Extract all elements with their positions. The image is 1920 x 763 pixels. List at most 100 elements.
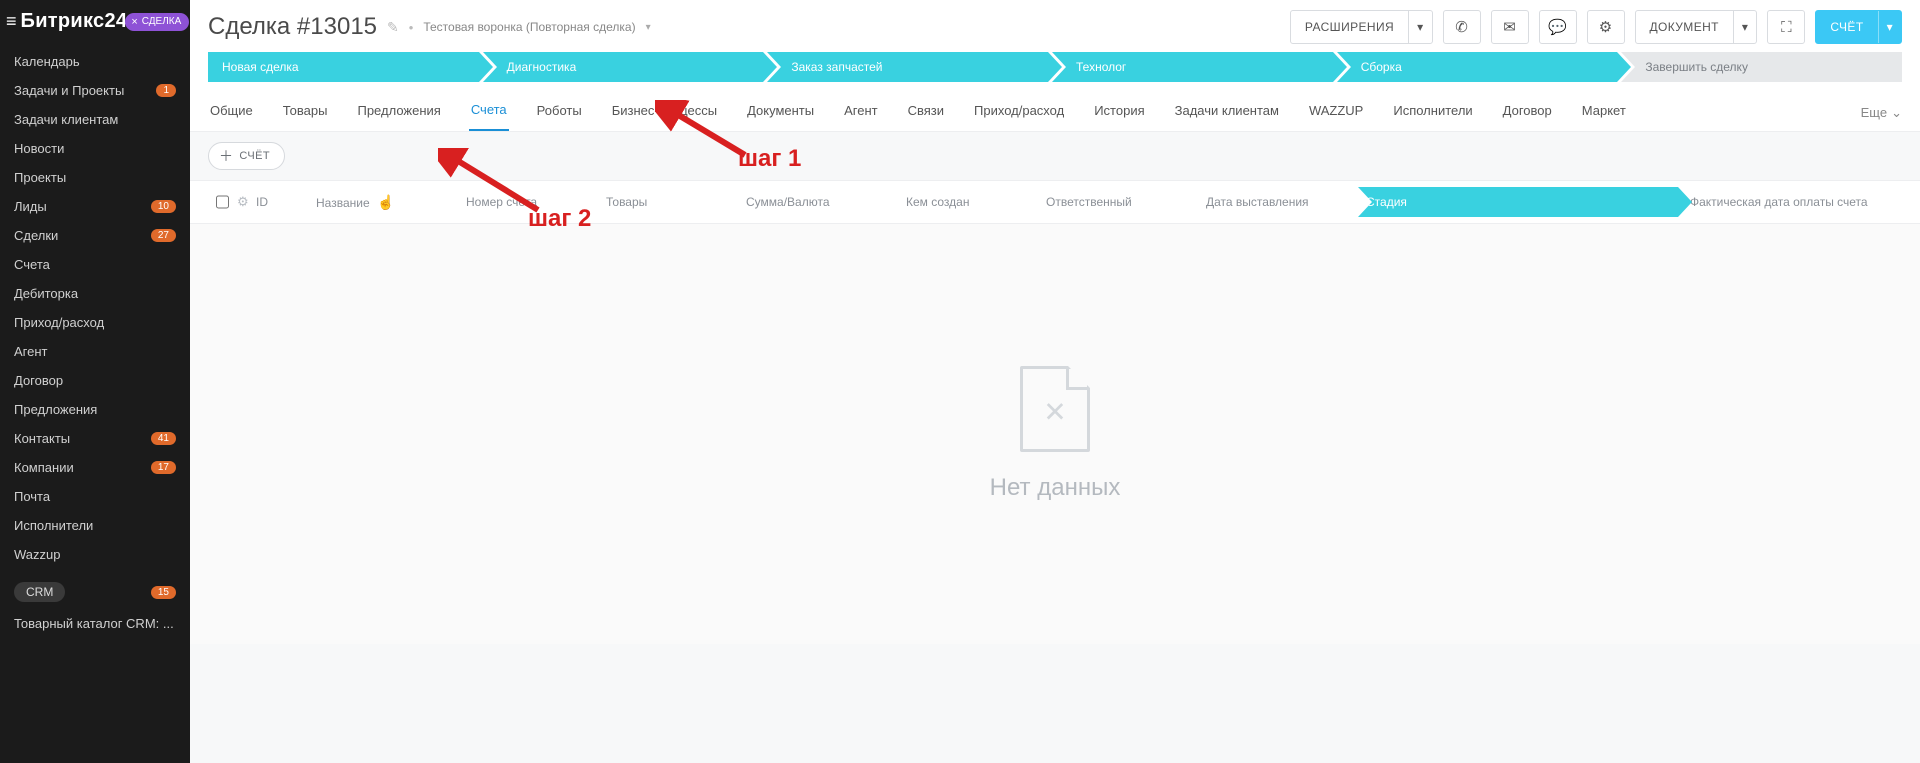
sidebar-item[interactable]: Календарь	[0, 47, 190, 76]
col-id[interactable]: ID	[248, 189, 308, 215]
sidebar-item[interactable]: Агент	[0, 337, 190, 366]
col-issue-date[interactable]: Дата выставления	[1198, 189, 1358, 215]
tab[interactable]: WAZZUP	[1307, 95, 1365, 130]
pipeline-stage[interactable]: Новая сделка	[208, 52, 479, 82]
select-all-checkbox[interactable]	[216, 195, 229, 209]
pipeline-stage[interactable]: Сборка	[1337, 52, 1618, 82]
sidebar-item[interactable]: Компании 17	[0, 453, 190, 482]
sidebar-item[interactable]: Задачи клиентам	[0, 105, 190, 134]
sidebar-item[interactable]: Счета	[0, 250, 190, 279]
main-panel: Сделка #13015 ✎ • Тестовая воронка (Повт…	[190, 0, 1920, 763]
pipeline-stage[interactable]: Завершить сделку	[1621, 52, 1902, 82]
cursor-hand-icon: ☝	[377, 194, 394, 210]
tab[interactable]: Роботы	[535, 95, 584, 130]
col-name[interactable]: Название ☝	[308, 188, 458, 217]
sidebar-item-crm[interactable]: CRM 15	[0, 575, 190, 609]
sidebar-item[interactable]: Договор	[0, 366, 190, 395]
chevron-down-icon[interactable]: ▾	[646, 22, 651, 33]
add-invoice-button[interactable]: ＋ СЧЁТ	[208, 142, 285, 170]
sidebar-item[interactable]: Wazzup	[0, 540, 190, 569]
tab[interactable]: Договор	[1501, 95, 1554, 130]
fullscreen-icon[interactable]: ⛶	[1767, 10, 1805, 44]
sidebar-item-label: Контакты	[14, 431, 70, 446]
sidebar-item[interactable]: Проекты	[0, 163, 190, 192]
invoice-button-label: СЧЁТ	[1816, 11, 1877, 43]
close-icon[interactable]: ×	[131, 16, 137, 28]
tab[interactable]: Исполнители	[1391, 95, 1474, 130]
extensions-button[interactable]: РАСШИРЕНИЯ ▾	[1290, 10, 1433, 44]
pipeline-stages: Новая сделкаДиагностикаЗаказ запчастейТе…	[190, 48, 1920, 82]
tab[interactable]: Общие	[208, 95, 255, 130]
tab[interactable]: Агент	[842, 95, 880, 130]
mail-icon[interactable]: ✉	[1491, 10, 1529, 44]
invoice-button[interactable]: СЧЁТ ▾	[1815, 10, 1902, 44]
col-responsible[interactable]: Ответственный	[1038, 189, 1198, 215]
tab[interactable]: Документы	[745, 95, 816, 130]
sidebar-item[interactable]: Почта	[0, 482, 190, 511]
sidebar-item[interactable]: Предложения	[0, 395, 190, 424]
tab[interactable]: Счета	[469, 94, 509, 131]
col-name-label: Название	[316, 196, 370, 210]
chevron-down-icon: ⌄	[1891, 105, 1902, 121]
sidebar-item[interactable]: Дебиторка	[0, 279, 190, 308]
sidebar-badge: 17	[151, 461, 176, 474]
tabs-more[interactable]: Еще ⌄	[1861, 105, 1902, 121]
page-title: Сделка #13015	[208, 13, 377, 41]
extensions-button-label: РАСШИРЕНИЯ	[1291, 11, 1408, 43]
detail-tabs: Общие Товары Предложения Счета Роботы Бизнес-…	[190, 82, 1920, 132]
deal-context-pill[interactable]: × СДЕЛКА	[125, 13, 189, 31]
col-sum[interactable]: Сумма/Валюта	[738, 189, 898, 215]
col-stage[interactable]: Стадия	[1358, 187, 1678, 217]
breadcrumb-separator: •	[409, 20, 414, 35]
col-created-by[interactable]: Кем создан	[898, 189, 1038, 215]
chevron-down-icon[interactable]: ▾	[1878, 11, 1901, 43]
sidebar-item-label: Агент	[14, 344, 48, 359]
breadcrumb[interactable]: Тестовая воронка (Повторная сделка)	[423, 20, 635, 34]
sidebar-item-label: Лиды	[14, 199, 47, 214]
document-button[interactable]: ДОКУМЕНТ ▾	[1635, 10, 1758, 44]
sidebar-item[interactable]: Исполнители	[0, 511, 190, 540]
phone-icon[interactable]: ✆	[1443, 10, 1481, 44]
tab[interactable]: Связи	[906, 95, 946, 130]
sidebar-item[interactable]: Задачи и Проекты 1	[0, 76, 190, 105]
chat-icon[interactable]: 💬	[1539, 10, 1577, 44]
sidebar-item-label: Сделки	[14, 228, 58, 243]
gear-icon[interactable]: ⚙	[237, 194, 249, 210]
sidebar-item-label: Компании	[14, 460, 74, 475]
sidebar-badge: 27	[151, 229, 176, 242]
sidebar-item-catalog[interactable]: Товарный каталог CRM: ...	[0, 609, 190, 638]
tab[interactable]: Товары	[281, 95, 330, 130]
sidebar-badge: 10	[151, 200, 176, 213]
sidebar-badge: 1	[156, 84, 176, 97]
sidebar-item[interactable]: Новости	[0, 134, 190, 163]
tab[interactable]: История	[1092, 95, 1146, 130]
sidebar-item-label: Задачи и Проекты	[14, 83, 124, 98]
invoice-table-header: ⚙ ID Название ☝ Номер счёта Товары Сумма…	[190, 180, 1920, 224]
chevron-down-icon[interactable]: ▾	[1408, 11, 1431, 43]
tab[interactable]: Бизнес-процессы	[610, 95, 719, 130]
sidebar-item-label: Задачи клиентам	[14, 112, 118, 127]
annotation-step2: шаг 2	[528, 205, 591, 233]
col-paid-date[interactable]: Фактическая дата оплаты счета	[1682, 189, 1902, 215]
edit-title-icon[interactable]: ✎	[387, 19, 399, 36]
tab[interactable]: Задачи клиентам	[1173, 95, 1281, 130]
deal-pill-label: СДЕЛКА	[142, 16, 182, 27]
tab[interactable]: Предложения	[355, 95, 442, 130]
pipeline-stage[interactable]: Технолог	[1052, 52, 1333, 82]
sidebar-item[interactable]: Лиды 10	[0, 192, 190, 221]
tabs-more-label: Еще	[1861, 105, 1887, 120]
hamburger-icon[interactable]: ≡	[6, 11, 17, 32]
empty-state: ✕ Нет данных	[190, 224, 1920, 644]
tab[interactable]: Приход/расход	[972, 95, 1066, 130]
tab[interactable]: Маркет	[1580, 95, 1628, 130]
gear-icon[interactable]: ⚙	[1587, 10, 1625, 44]
sidebar-item[interactable]: Сделки 27	[0, 221, 190, 250]
col-goods[interactable]: Товары	[598, 189, 738, 215]
sidebar-item-label: Счета	[14, 257, 50, 272]
sidebar-item[interactable]: Приход/расход	[0, 308, 190, 337]
chevron-down-icon[interactable]: ▾	[1733, 11, 1756, 43]
sidebar-item[interactable]: Контакты41	[0, 424, 190, 453]
pipeline-stage[interactable]: Заказ запчастей	[767, 52, 1048, 82]
sidebar-menu: Календарь Задачи и Проекты 1 Задачи клиента…	[0, 47, 190, 569]
pipeline-stage[interactable]: Диагностика	[483, 52, 764, 82]
